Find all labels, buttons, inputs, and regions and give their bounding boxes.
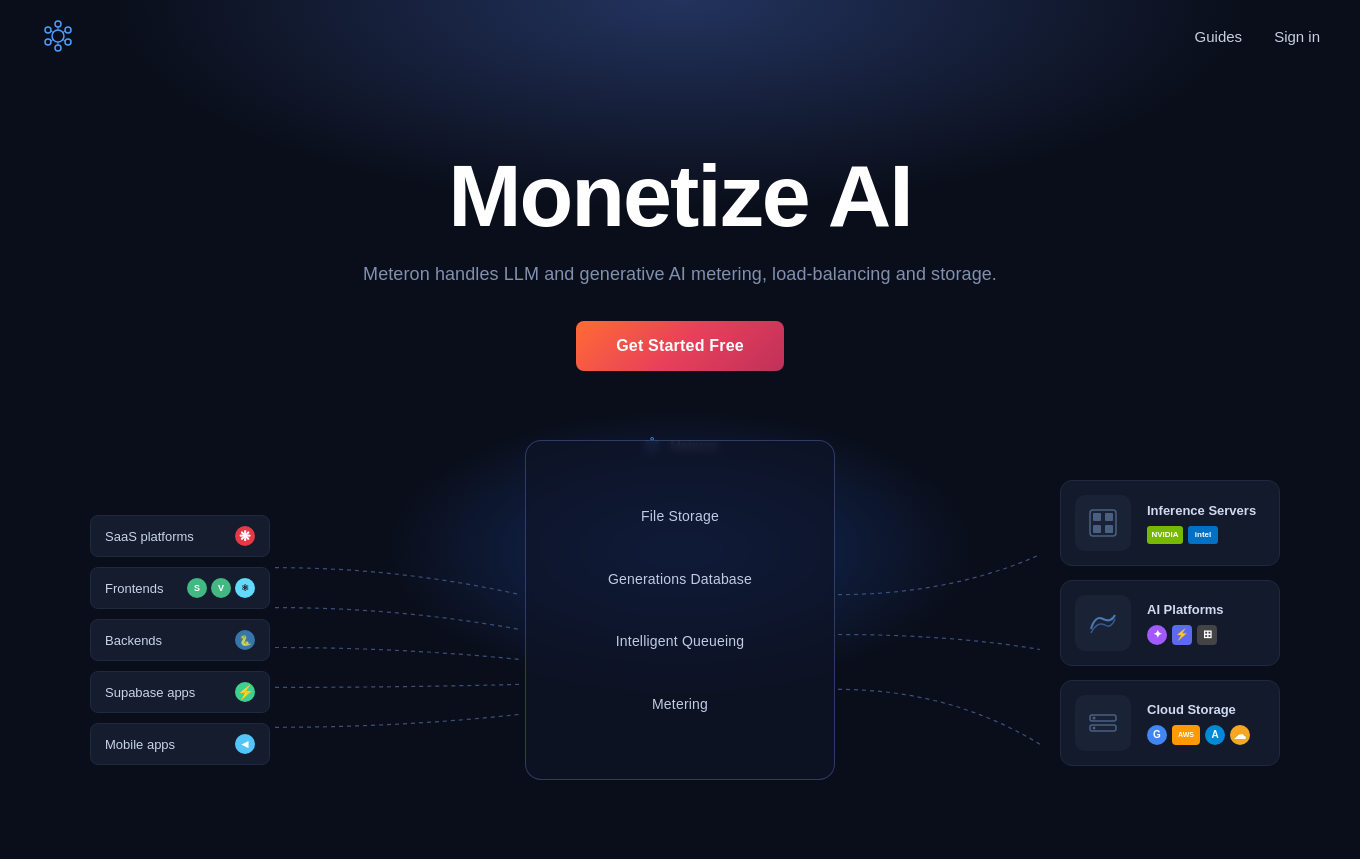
svg-rect-21: [1093, 513, 1101, 521]
cloud-storage-icon-box: [1075, 695, 1131, 751]
svg-point-26: [1093, 717, 1096, 720]
aws-logo: AWS: [1172, 725, 1200, 745]
cf-logo: ☁: [1230, 725, 1250, 745]
right-services: Inference Servers NVIDIA intel AI Platfo…: [1060, 480, 1280, 766]
svg-point-3: [65, 39, 71, 45]
svg-point-6: [45, 27, 51, 33]
openai-logo: ✦: [1147, 625, 1167, 645]
ai-platforms-info: AI Platforms ✦ ⚡ ⊞: [1147, 602, 1224, 645]
inference-icon-box: [1075, 495, 1131, 551]
center-box: File Storage Generations Database Intell…: [525, 440, 835, 780]
client-frontends-icons: S V ⚛: [187, 578, 255, 598]
client-frontends: Frontends S V ⚛: [90, 567, 270, 609]
svg-point-0: [52, 30, 64, 42]
signin-link[interactable]: Sign in: [1274, 28, 1320, 45]
center-item-2: Intelligent Queueing: [616, 633, 745, 649]
center-item-3: Metering: [652, 696, 708, 712]
inference-info: Inference Servers NVIDIA intel: [1147, 503, 1256, 544]
cloud-storage-name: Cloud Storage: [1147, 702, 1250, 717]
svg-point-2: [65, 27, 71, 33]
nav-links: Guides Sign in: [1195, 28, 1320, 45]
nvidia-logo: NVIDIA: [1147, 526, 1183, 544]
cloud-storage-icon: [1087, 707, 1119, 739]
navbar: Guides Sign in: [0, 0, 1360, 72]
azure-logo: A: [1205, 725, 1225, 745]
frontend-icon-react: ⚛: [235, 578, 255, 598]
svg-point-1: [55, 21, 61, 27]
hero-subtitle: Meteron handles LLM and generative AI me…: [0, 264, 1360, 285]
svg-point-5: [45, 39, 51, 45]
svg-rect-24: [1105, 525, 1113, 533]
client-backends: Backends 🐍: [90, 619, 270, 661]
diagram-area: Meteron File Storage Generations Databas…: [0, 420, 1360, 859]
supabase-icon: ⚡: [235, 682, 255, 702]
svg-point-4: [55, 45, 61, 51]
left-clients: SaaS platforms ❋ Frontends S V ⚛ Backend…: [90, 515, 270, 765]
inference-name: Inference Servers: [1147, 503, 1256, 518]
platform-logo-2: ⚡: [1172, 625, 1192, 645]
svg-rect-22: [1105, 513, 1113, 521]
gcp-logo: G: [1147, 725, 1167, 745]
logo-icon: [40, 18, 76, 54]
saas-icon-1: ❋: [235, 526, 255, 546]
cloud-storage-info: Cloud Storage G AWS A ☁: [1147, 702, 1250, 745]
ai-platforms-logos: ✦ ⚡ ⊞: [1147, 625, 1224, 645]
client-backends-icons: 🐍: [235, 630, 255, 650]
hero-title: Monetize AI: [0, 152, 1360, 240]
frontend-icon-vue: S: [187, 578, 207, 598]
guides-link[interactable]: Guides: [1195, 28, 1243, 45]
client-supabase-icons: ⚡: [235, 682, 255, 702]
logo: [40, 18, 76, 54]
service-cloud-storage: Cloud Storage G AWS A ☁: [1060, 680, 1280, 766]
platform-logo-3: ⊞: [1197, 625, 1217, 645]
backend-icon-python: 🐍: [235, 630, 255, 650]
client-saas: SaaS platforms ❋: [90, 515, 270, 557]
ai-platforms-icon: [1087, 607, 1119, 639]
client-saas-icons: ❋: [235, 526, 255, 546]
ai-platforms-name: AI Platforms: [1147, 602, 1224, 617]
client-mobile: Mobile apps ◄: [90, 723, 270, 765]
svg-point-28: [1093, 727, 1096, 730]
client-mobile-icons: ◄: [235, 734, 255, 754]
cloud-storage-logos: G AWS A ☁: [1147, 725, 1250, 745]
svg-rect-23: [1093, 525, 1101, 533]
center-item-0: File Storage: [641, 508, 719, 524]
frontend-icon-vue2: V: [211, 578, 231, 598]
service-ai-platforms: AI Platforms ✦ ⚡ ⊞: [1060, 580, 1280, 666]
center-item-1: Generations Database: [608, 571, 752, 587]
service-inference: Inference Servers NVIDIA intel: [1060, 480, 1280, 566]
ai-platforms-icon-box: [1075, 595, 1131, 651]
intel-logo: intel: [1188, 526, 1218, 544]
hero-section: Monetize AI Meteron handles LLM and gene…: [0, 72, 1360, 371]
inference-icon: [1087, 507, 1119, 539]
cta-button[interactable]: Get Started Free: [576, 321, 784, 371]
mobile-icon-flutter: ◄: [235, 734, 255, 754]
inference-logos: NVIDIA intel: [1147, 526, 1256, 544]
client-supabase: Supabase apps ⚡: [90, 671, 270, 713]
